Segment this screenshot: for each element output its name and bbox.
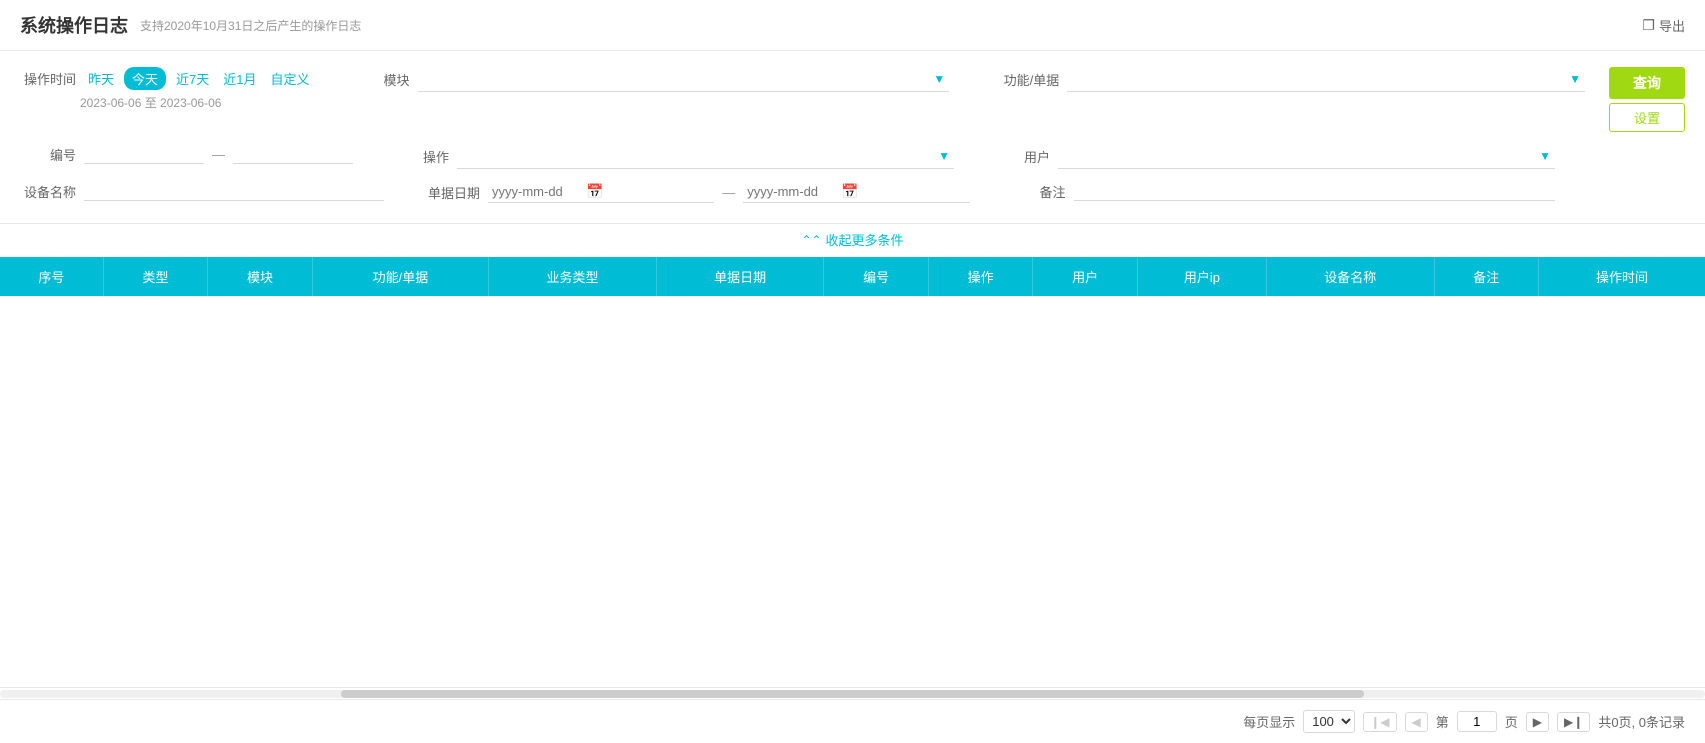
- calendar-icon-end[interactable]: 📅: [841, 183, 858, 200]
- time-option-today[interactable]: 今天: [124, 67, 166, 90]
- operation-dropdown-icon: ▼: [938, 149, 950, 163]
- settings-button[interactable]: 设置: [1609, 103, 1685, 132]
- filter-group-module: 模块 ▼: [354, 67, 950, 92]
- page-size-select[interactable]: 100 50 200: [1303, 710, 1355, 733]
- time-option-1month[interactable]: 近1月: [219, 67, 260, 90]
- filter-row-2: 编号 — 操作 ▼ 用户: [20, 144, 1685, 169]
- pagination-bar: 每页显示 100 50 200 ❙◀ ◀ 第 1 页 ▶ ▶❙ 共0页, 0条记…: [0, 699, 1705, 743]
- page-header: 系统操作日志 支持2020年10月31日之后产生的操作日志 ❐ 导出: [0, 0, 1705, 51]
- device-label: 设备名称: [20, 182, 76, 201]
- last-page-btn[interactable]: ▶❙: [1557, 712, 1590, 732]
- filter-group-device: 设备名称: [20, 181, 384, 201]
- voucher-date-end[interactable]: [747, 184, 837, 199]
- table-area: 序号 类型 模块 功能/单据 业务类型 单据日期 编号 操作 用户 用户ip 设…: [0, 257, 1705, 687]
- function-select-value: [1071, 69, 1565, 89]
- time-options: 昨天 今天 近7天 近1月 自定义: [84, 67, 314, 90]
- scroll-thumb: [341, 690, 1364, 698]
- page-wrapper: 系统操作日志 支持2020年10月31日之后产生的操作日志 ❐ 导出 操作时间 …: [0, 0, 1705, 743]
- col-voucher-date: 单据日期: [656, 257, 824, 296]
- calendar-icon-start[interactable]: 📅: [586, 183, 603, 200]
- code-input-end[interactable]: [233, 144, 353, 164]
- col-code: 编号: [824, 257, 928, 296]
- scroll-track: [0, 690, 1705, 698]
- export-icon: ❐: [1642, 17, 1655, 34]
- filter-group-remark: 备注: [1010, 181, 1556, 201]
- date-divider: —: [722, 185, 735, 200]
- collapse-icon: ⌃⌃: [801, 233, 821, 247]
- action-buttons: 查询 设置: [1609, 67, 1685, 132]
- function-label: 功能/单据: [989, 70, 1059, 89]
- export-label: 导出: [1659, 16, 1685, 35]
- filter-row-3: 设备名称 单据日期 📅 — 📅: [20, 181, 1685, 203]
- time-option-7days[interactable]: 近7天: [172, 67, 213, 90]
- remark-input[interactable]: [1074, 181, 1556, 201]
- data-table: 序号 类型 模块 功能/单据 业务类型 单据日期 编号 操作 用户 用户ip 设…: [0, 257, 1705, 296]
- operation-select[interactable]: ▼: [457, 144, 954, 169]
- col-seq: 序号: [0, 257, 103, 296]
- filter-group-voucher-date: 单据日期 📅 — 📅: [424, 181, 970, 203]
- filter-group-user: 用户 ▼: [994, 144, 1555, 169]
- voucher-date-label: 单据日期: [424, 183, 480, 202]
- col-remark: 备注: [1434, 257, 1538, 296]
- page-number-input[interactable]: 1: [1457, 711, 1497, 732]
- function-dropdown-icon: ▼: [1569, 72, 1581, 86]
- time-option-custom[interactable]: 自定义: [267, 67, 314, 90]
- col-operation: 操作: [928, 257, 1032, 296]
- user-label: 用户: [994, 147, 1050, 166]
- col-user-ip: 用户ip: [1137, 257, 1266, 296]
- query-button[interactable]: 查询: [1609, 67, 1685, 99]
- voucher-date-end-wrap: 📅: [743, 181, 969, 203]
- remark-label: 备注: [1010, 182, 1066, 201]
- collapse-bar: ⌃⌃ 收起更多条件: [0, 224, 1705, 257]
- col-op-time: 操作时间: [1539, 257, 1705, 296]
- next-page-btn[interactable]: ▶: [1526, 712, 1549, 732]
- voucher-date-start[interactable]: [492, 184, 582, 199]
- filter-row-1: 操作时间 昨天 今天 近7天 近1月 自定义 2023-06-06 至 2023…: [20, 67, 1685, 132]
- total-label: 共0页, 0条记录: [1598, 712, 1685, 731]
- filter-area: 操作时间 昨天 今天 近7天 近1月 自定义 2023-06-06 至 2023…: [0, 51, 1705, 224]
- code-input-start[interactable]: [84, 144, 204, 164]
- col-user: 用户: [1033, 257, 1137, 296]
- module-label: 模块: [354, 70, 410, 89]
- per-page-label: 每页显示: [1243, 712, 1295, 731]
- export-button[interactable]: ❐ 导出: [1642, 16, 1685, 35]
- col-module: 模块: [208, 257, 312, 296]
- filter-group-function: 功能/单据 ▼: [989, 67, 1585, 92]
- time-option-yesterday[interactable]: 昨天: [84, 67, 118, 90]
- voucher-date-start-wrap: 📅: [488, 181, 714, 203]
- first-page-btn[interactable]: ❙◀: [1363, 712, 1396, 732]
- code-dash: —: [212, 147, 225, 162]
- module-select[interactable]: ▼: [418, 67, 950, 92]
- horizontal-scrollbar[interactable]: [0, 687, 1705, 699]
- page-title: 系统操作日志: [20, 12, 128, 38]
- col-type: 类型: [103, 257, 207, 296]
- collapse-label: 收起更多条件: [826, 230, 904, 249]
- collapse-button[interactable]: ⌃⌃ 收起更多条件: [801, 230, 903, 249]
- col-device-name: 设备名称: [1266, 257, 1434, 296]
- table-header: 序号 类型 模块 功能/单据 业务类型 单据日期 编号 操作 用户 用户ip 设…: [0, 257, 1705, 296]
- function-select[interactable]: ▼: [1067, 67, 1585, 92]
- col-function: 功能/单据: [312, 257, 488, 296]
- user-select-value: [1062, 146, 1535, 166]
- module-dropdown-icon: ▼: [933, 72, 945, 86]
- prev-page-btn[interactable]: ◀: [1405, 712, 1428, 732]
- time-label: 操作时间: [20, 69, 76, 88]
- operation-select-value: [461, 146, 934, 166]
- table-header-row: 序号 类型 模块 功能/单据 业务类型 单据日期 编号 操作 用户 用户ip 设…: [0, 257, 1705, 296]
- col-biz-type: 业务类型: [489, 257, 657, 296]
- user-dropdown-icon: ▼: [1539, 149, 1551, 163]
- filter-group-time: 操作时间 昨天 今天 近7天 近1月 自定义 2023-06-06 至 2023…: [20, 67, 314, 111]
- filter-group-operation: 操作 ▼: [393, 144, 954, 169]
- page-prefix-label: 第: [1436, 712, 1449, 731]
- filter-group-code: 编号 —: [20, 144, 353, 164]
- time-range-display: 2023-06-06 至 2023-06-06: [80, 94, 221, 111]
- module-select-value: [422, 69, 930, 89]
- device-input[interactable]: [84, 181, 384, 201]
- user-select[interactable]: ▼: [1058, 144, 1555, 169]
- page-suffix-label: 页: [1505, 712, 1518, 731]
- code-label: 编号: [20, 145, 76, 164]
- operation-label: 操作: [393, 147, 449, 166]
- filter-section: 操作时间 昨天 今天 近7天 近1月 自定义 2023-06-06 至 2023…: [0, 51, 1705, 257]
- page-subtitle: 支持2020年10月31日之后产生的操作日志: [140, 17, 361, 34]
